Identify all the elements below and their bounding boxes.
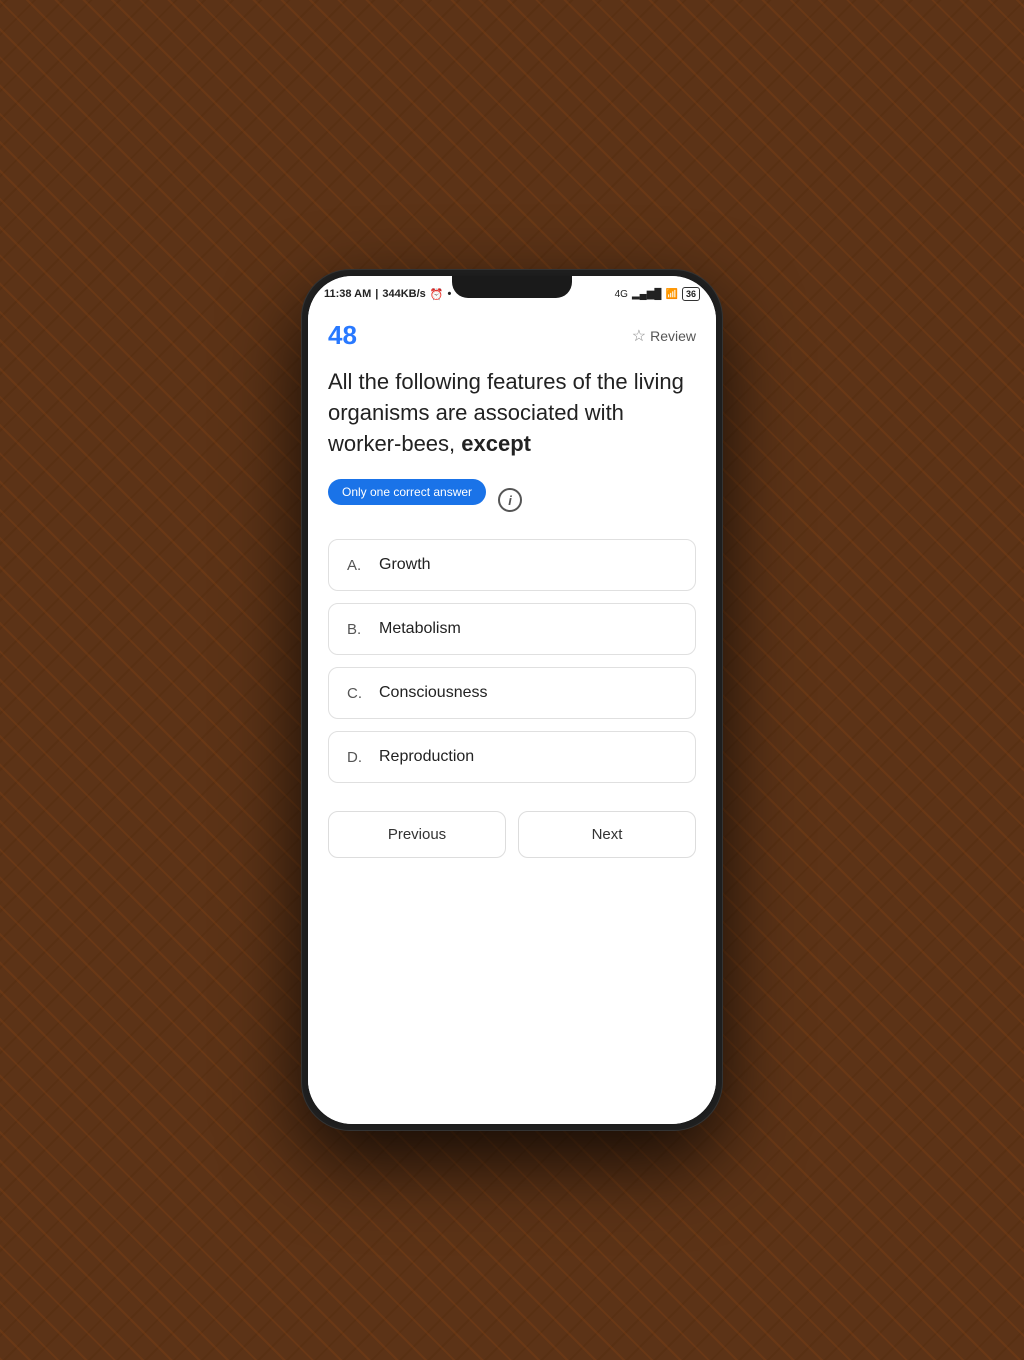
option-c-letter: C. bbox=[347, 685, 367, 702]
time-display: 11:38 AM bbox=[324, 288, 371, 300]
navigation-buttons: Previous Next bbox=[328, 803, 696, 862]
option-d-text: Reproduction bbox=[379, 748, 474, 766]
previous-button[interactable]: Previous bbox=[328, 811, 506, 858]
option-b-letter: B. bbox=[347, 621, 367, 638]
review-button[interactable]: ☆ Review bbox=[632, 326, 696, 346]
data-speed-value: 344KB/s bbox=[382, 288, 425, 300]
option-d-letter: D. bbox=[347, 749, 367, 766]
option-a[interactable]: A. Growth bbox=[328, 539, 696, 591]
option-a-letter: A. bbox=[347, 557, 367, 574]
info-icon-wrapper[interactable]: i bbox=[498, 488, 522, 512]
next-button[interactable]: Next bbox=[518, 811, 696, 858]
battery-indicator: 36 bbox=[682, 287, 700, 301]
star-icon: ☆ bbox=[632, 326, 646, 346]
option-b-text: Metabolism bbox=[379, 620, 461, 638]
question-emphasis: except bbox=[461, 431, 531, 456]
badge-row: Only one correct answer i bbox=[328, 479, 696, 521]
option-d[interactable]: D. Reproduction bbox=[328, 731, 696, 783]
option-c[interactable]: C. Consciousness bbox=[328, 667, 696, 719]
options-list: A. Growth B. Metabolism C. Consciousness… bbox=[328, 539, 696, 783]
phone-notch bbox=[452, 276, 572, 298]
dot-indicator: • bbox=[448, 288, 452, 300]
question-header: 48 ☆ Review bbox=[328, 320, 696, 351]
option-b[interactable]: B. Metabolism bbox=[328, 603, 696, 655]
info-icon: i bbox=[498, 488, 522, 512]
data-speed: | bbox=[375, 288, 378, 300]
question-number: 48 bbox=[328, 320, 357, 351]
signal-icon: 4G bbox=[615, 289, 628, 300]
wifi-icon: 📶 bbox=[666, 289, 678, 300]
content-area: 48 ☆ Review All the following features o… bbox=[308, 308, 716, 1124]
answer-type-badge: Only one correct answer bbox=[328, 479, 486, 505]
clock-icon: ⏰ bbox=[430, 288, 444, 301]
option-c-text: Consciousness bbox=[379, 684, 488, 702]
signal-bars-icon: ▂▄▆█ bbox=[632, 289, 662, 300]
question-text: All the following features of the living… bbox=[328, 367, 696, 459]
option-a-text: Growth bbox=[379, 556, 431, 574]
review-label: Review bbox=[650, 328, 696, 344]
